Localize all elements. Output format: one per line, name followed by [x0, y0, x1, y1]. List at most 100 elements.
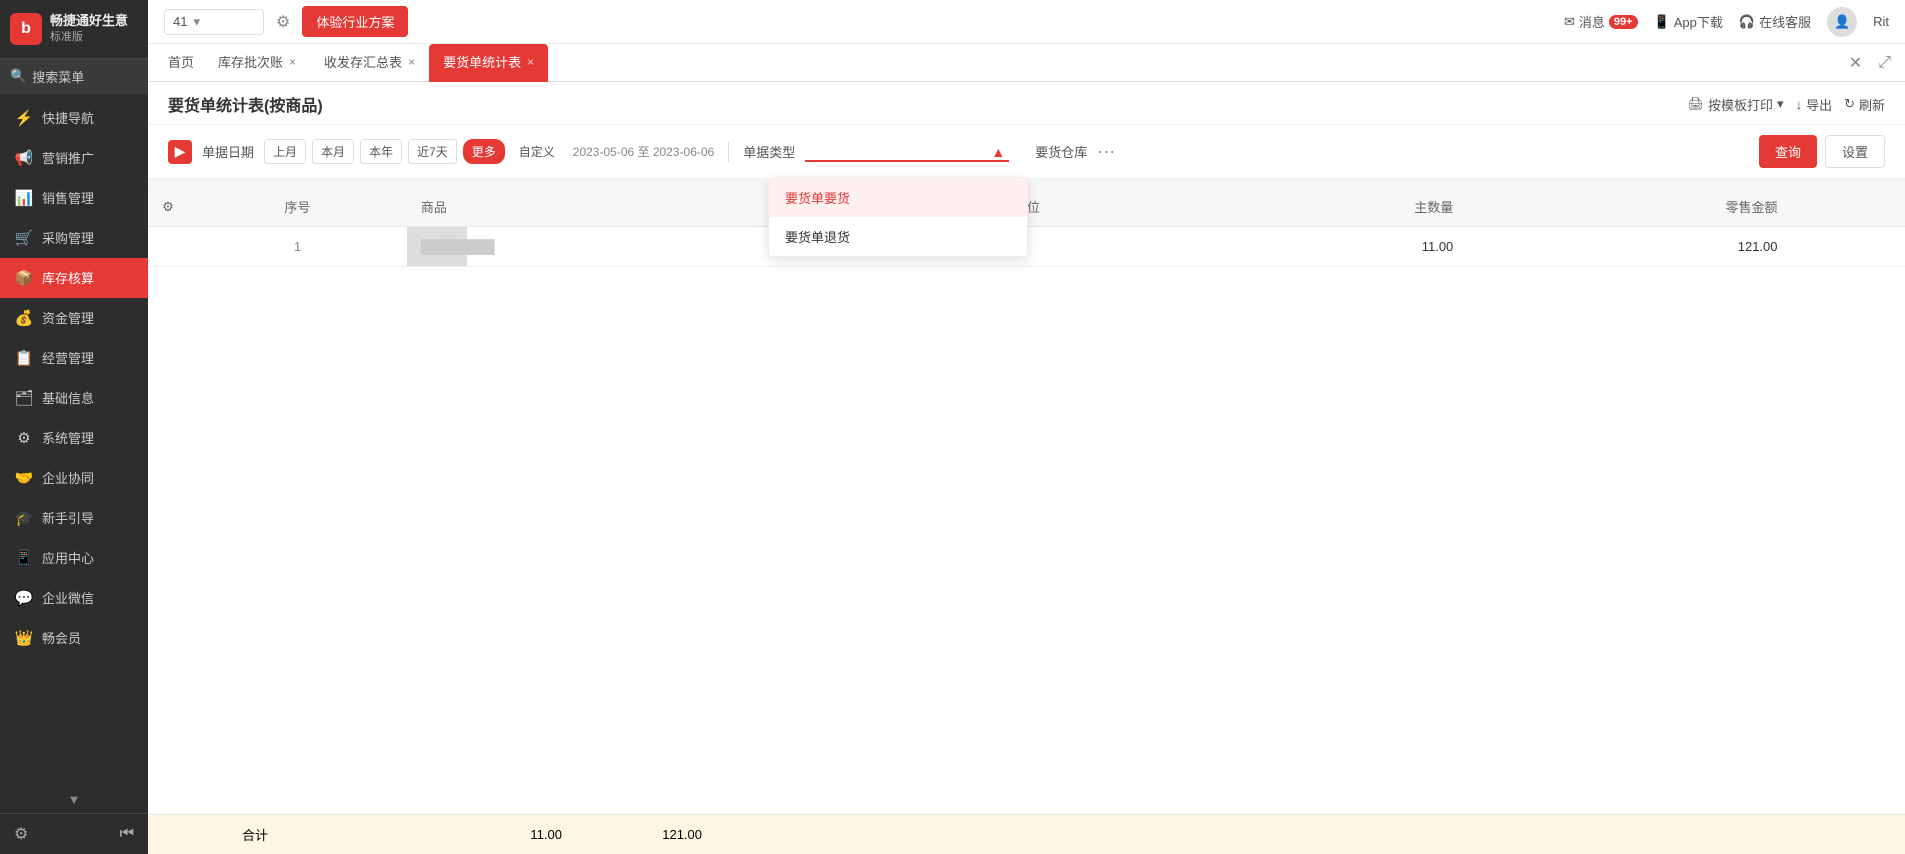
tab-home[interactable]: 首页	[158, 44, 204, 82]
receive-tab-close[interactable]: ×	[408, 55, 415, 69]
warehouse-filter-dots[interactable]: ···	[1097, 141, 1115, 162]
sidebar-item-label-sales: 销售管理	[42, 188, 94, 207]
tab-order-stats[interactable]: 要货单统计表 ×	[429, 44, 548, 82]
tabs-bar: 首页 库存批次账 × 收发存汇总表 × 要货单统计表 × ✕ ⤢	[148, 44, 1905, 82]
sidebar-item-quick-nav[interactable]: ⚡快捷导航	[0, 98, 148, 138]
sidebar-item-cooperation[interactable]: 🤝企业协同	[0, 458, 148, 498]
export-label: 导出	[1806, 95, 1832, 114]
sidebar-item-marketing[interactable]: 📢营销推广	[0, 138, 148, 178]
date-filter-label: 单据日期	[202, 142, 254, 161]
sidebar: b 畅捷通好生意 标准版 🔍 搜索菜单 ⚡快捷导航📢营销推广📊销售管理🛒采购管理…	[0, 0, 148, 854]
cooperation-icon: 🤝	[14, 468, 34, 488]
sidebar-footer: ⚙ ⏮	[0, 813, 148, 854]
sidebar-item-member[interactable]: 👑畅会员	[0, 618, 148, 658]
inventory-icon: 📦	[14, 268, 34, 288]
sidebar-item-app-center[interactable]: 📱应用中心	[0, 538, 148, 578]
username-label[interactable]: Rit	[1873, 14, 1889, 29]
page-header-actions: 🖨 按模板打印 ▾ ↓ 导出 ↻ 刷新	[1688, 95, 1886, 114]
finance-icon: 💰	[14, 308, 34, 328]
col-amount-header: 零售金额	[1467, 187, 1791, 227]
sidebar-search[interactable]: 🔍 搜索菜单	[0, 59, 148, 94]
sidebar-scroll-down[interactable]: ▼	[0, 786, 148, 813]
row-check[interactable]	[148, 227, 188, 267]
sidebar-item-label-marketing: 营销推广	[42, 148, 94, 167]
sidebar-item-finance[interactable]: 💰 资金管理	[0, 298, 148, 338]
sidebar-item-enterprise-wechat[interactable]: 💬企业微信	[0, 578, 148, 618]
close-all-tabs-icon[interactable]: ✕	[1845, 51, 1866, 75]
sidebar-item-operations[interactable]: 📋经营管理	[0, 338, 148, 378]
type-filter-wrap: ▲	[805, 141, 1009, 162]
sidebar-item-purchase[interactable]: 🛒采购管理	[0, 218, 148, 258]
batch-tab-close[interactable]: ×	[289, 55, 296, 69]
app-logo-icon: b	[10, 13, 42, 45]
this-month-btn[interactable]: 本月	[312, 139, 354, 164]
message-label: 消息	[1579, 12, 1605, 31]
type-filter-arrow-icon[interactable]: ▲	[991, 144, 1005, 160]
avatar[interactable]: 👤	[1827, 7, 1857, 37]
query-btn[interactable]: 查询	[1759, 135, 1817, 168]
enterprise-wechat-icon: 💬	[14, 588, 34, 608]
dropdown-item-purchase[interactable]: 要货单要货	[769, 178, 1027, 217]
last-month-btn[interactable]: 上月	[264, 139, 306, 164]
custom-date-btn[interactable]: 自定义	[511, 140, 563, 163]
settings-btn[interactable]: 设置	[1825, 135, 1885, 168]
sidebar-item-label-finance: 资金管理	[42, 308, 94, 327]
app-logo-text: 畅捷通好生意 标准版	[50, 12, 128, 46]
sidebar-item-label-operations: 经营管理	[42, 348, 94, 367]
order-stats-tab-close[interactable]: ×	[527, 55, 534, 69]
expand-tabs-icon[interactable]: ⤢	[1874, 52, 1895, 74]
sidebar-item-label-system: 系统管理	[42, 428, 94, 447]
tab-batch[interactable]: 库存批次账 ×	[204, 44, 310, 82]
basic-info-icon: 🗂	[14, 388, 34, 408]
print-chevron-icon: ▾	[1777, 96, 1784, 112]
more-dates-btn[interactable]: 更多	[463, 139, 505, 164]
sidebar-item-label-basic-info: 基础信息	[42, 388, 94, 407]
footer-total-label: 合计	[242, 825, 442, 844]
refresh-label: 刷新	[1859, 95, 1885, 114]
collapse-icon[interactable]: ⏮	[120, 825, 134, 843]
col-extra-header	[1792, 187, 1905, 227]
filter-expand-btn[interactable]: ▶	[168, 140, 192, 164]
date-quick-btns: 上月 本月 本年 近7天 更多 自定义	[264, 139, 563, 164]
sidebar-item-label-quick-nav: 快捷导航	[42, 108, 94, 127]
tab-receive[interactable]: 收发存汇总表 ×	[310, 44, 429, 82]
app-download-btn[interactable]: 📱 App下载	[1654, 12, 1723, 31]
col-settings-header[interactable]: ⚙	[148, 187, 188, 227]
print-label: 按模板打印	[1708, 95, 1773, 114]
row-goods: ████████	[407, 227, 819, 267]
topbar-gear-icon[interactable]: ⚙	[276, 12, 290, 32]
phone-icon: 📱	[1654, 14, 1670, 30]
page-header: 要货单统计表(按商品) 🖨 按模板打印 ▾ ↓ 导出 ↻ 刷新	[148, 82, 1905, 125]
sidebar-logo: b 畅捷通好生意 标准版	[0, 0, 148, 59]
sidebar-item-onboarding[interactable]: 🎓新手引导	[0, 498, 148, 538]
sidebar-item-inventory[interactable]: 📦库存核算	[0, 258, 148, 298]
row-extra	[1792, 227, 1905, 267]
online-service-btn[interactable]: 🎧 在线客服	[1739, 12, 1811, 31]
col-num-header: 序号	[188, 187, 407, 227]
chevron-down-icon: ▾	[193, 14, 200, 30]
settings-icon[interactable]: ⚙	[14, 824, 28, 844]
receive-tab-label: 收发存汇总表	[324, 52, 402, 71]
row-num: 1	[188, 227, 407, 267]
message-icon: ✉	[1564, 14, 1575, 30]
sidebar-item-label-member: 畅会员	[42, 628, 81, 647]
this-year-btn[interactable]: 本年	[360, 139, 402, 164]
filter-divider	[728, 142, 729, 162]
app-center-icon: 📱	[14, 548, 34, 568]
dropdown-item-return[interactable]: 要货单退货	[769, 217, 1027, 256]
sidebar-item-basic-info[interactable]: 🗂 基础信息	[0, 378, 148, 418]
print-btn[interactable]: 🖨 按模板打印 ▾	[1688, 95, 1784, 114]
message-badge: 99+	[1609, 15, 1638, 29]
row-amount: 121.00	[1467, 227, 1791, 267]
col-goods-header: 商品	[407, 187, 819, 227]
sidebar-item-system[interactable]: ⚙系统管理	[0, 418, 148, 458]
trial-btn[interactable]: 体验行业方案	[302, 6, 408, 37]
app-download-label: App下载	[1674, 12, 1723, 31]
type-filter-input[interactable]	[805, 141, 1009, 162]
last-7-days-btn[interactable]: 近7天	[408, 139, 457, 164]
company-selector[interactable]: 41 ▾	[164, 9, 264, 35]
refresh-btn[interactable]: ↻ 刷新	[1844, 95, 1885, 114]
sidebar-item-sales[interactable]: 📊销售管理	[0, 178, 148, 218]
export-btn[interactable]: ↓ 导出	[1796, 95, 1833, 114]
message-btn[interactable]: ✉ 消息 99+	[1564, 12, 1638, 31]
